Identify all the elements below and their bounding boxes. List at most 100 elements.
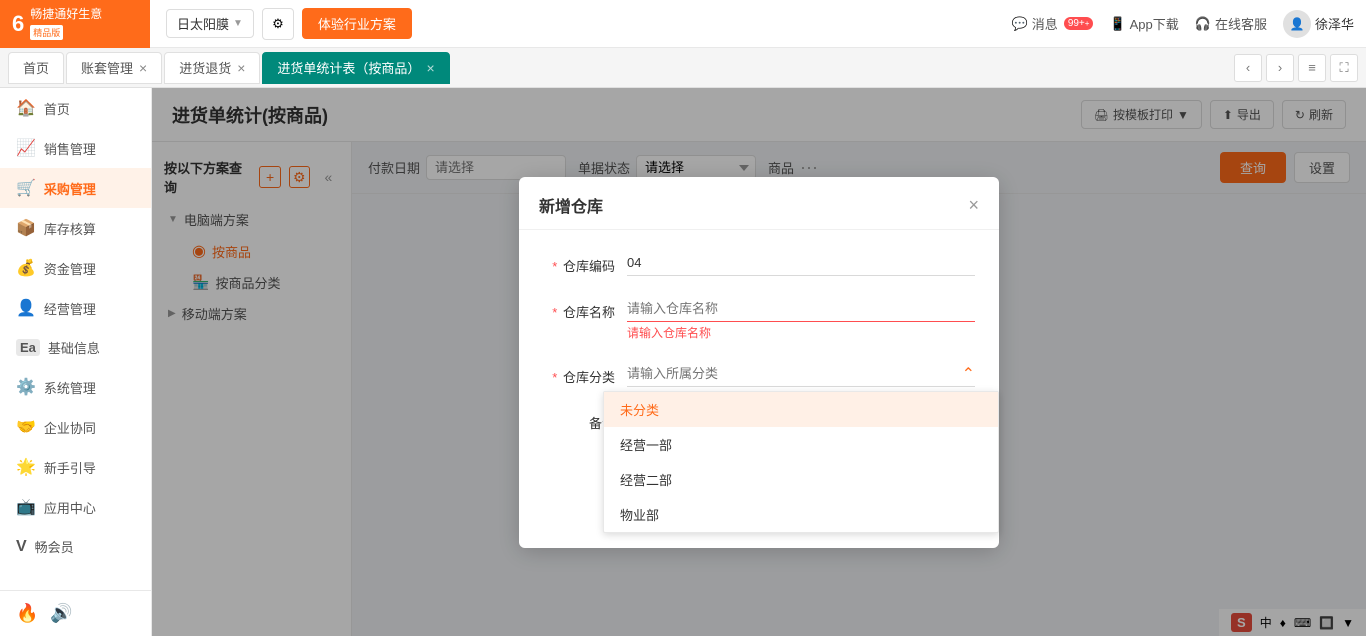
guide-icon: 🌟 [16, 457, 36, 477]
sidebar-item-system-label: 系统管理 [44, 378, 96, 397]
tab-accounts-close[interactable]: × [139, 60, 147, 76]
headset-icon: 🎧 [1195, 16, 1211, 32]
sidebar-item-system[interactable]: ⚙️ 系统管理 [0, 367, 151, 407]
code-input[interactable] [627, 250, 975, 276]
sidebar-item-home[interactable]: 🏠 首页 [0, 88, 151, 128]
tab-home-label: 首页 [23, 58, 49, 77]
tab-purchase-return[interactable]: 进货退货 × [164, 52, 260, 84]
tab-controls: ‹ › ≡ ⛶ [1234, 54, 1358, 82]
messages-badge: 99++ [1064, 17, 1094, 30]
logo-area: 6 畅捷通好生意 精品版 [0, 0, 150, 48]
name-label: * 仓库名称 [543, 296, 615, 321]
store-selector[interactable]: 日太阳膜 ▼ [166, 9, 254, 38]
tab-menu-button[interactable]: ≡ [1298, 54, 1326, 82]
sidebar-item-base-info[interactable]: Ea 基础信息 [0, 328, 151, 367]
volume-icon[interactable]: 🔊 [50, 603, 72, 624]
fire-icon[interactable]: 🔥 [16, 603, 38, 624]
customer-service-button[interactable]: 🎧 在线客服 [1195, 14, 1267, 33]
dropdown-item-property[interactable]: 物业部 [604, 497, 998, 532]
base-info-icon: Ea [16, 339, 40, 356]
code-label: * 仓库编码 [543, 250, 615, 275]
sidebar-item-inventory-label: 库存核算 [44, 219, 96, 238]
dropdown-item-ops1[interactable]: 经营一部 [604, 427, 998, 462]
sidebar-item-operations-label: 经营管理 [44, 299, 96, 318]
finance-icon: 💰 [16, 258, 36, 278]
store-name: 日太阳膜 [177, 14, 229, 33]
purchase-icon: 🛒 [16, 178, 36, 198]
sidebar-item-enterprise-label: 企业协同 [44, 418, 96, 437]
required-star: * [552, 259, 557, 274]
category-control: ⌃ 未分类 经营一部 经营二部 物业部 [627, 361, 975, 387]
messages-label: 消息 [1032, 14, 1058, 33]
header-right: 💬 消息 99++ 📱 App下载 🎧 在线客服 👤 徐泽华 [1012, 10, 1354, 38]
sidebar-item-guide[interactable]: 🌟 新手引导 [0, 447, 151, 487]
code-control [627, 250, 975, 276]
username: 徐泽华 [1315, 14, 1354, 33]
tab-purchase-return-label: 进货退货 [179, 58, 231, 77]
form-row-name: * 仓库名称 请输入仓库名称 [543, 296, 975, 341]
category-dropdown: ⌃ 未分类 经营一部 经营二部 物业部 [627, 361, 975, 387]
name-input[interactable] [627, 296, 975, 322]
dialog-title: 新增仓库 [539, 193, 603, 217]
dropdown-toggle-icon[interactable]: ⌃ [962, 364, 975, 384]
member-icon: V [16, 538, 27, 556]
sidebar-item-enterprise[interactable]: 🤝 企业协同 [0, 407, 151, 447]
operations-icon: 👤 [16, 298, 36, 318]
form-row-category: * 仓库分类 ⌃ 未分类 经营一部 经营二部 [543, 361, 975, 387]
trial-button[interactable]: 体验行业方案 [302, 8, 412, 39]
dropdown-item-uncategorized[interactable]: 未分类 [604, 392, 998, 427]
tab-fullscreen-button[interactable]: ⛶ [1330, 54, 1358, 82]
settings-button[interactable]: ⚙ [262, 8, 294, 40]
dropdown-item-ops2[interactable]: 经营二部 [604, 462, 998, 497]
sidebar-item-sales-label: 销售管理 [44, 139, 96, 158]
tab-purchase-stats-label: 进货单统计表（按商品） [277, 58, 420, 77]
sidebar-item-finance[interactable]: 💰 资金管理 [0, 248, 151, 288]
avatar: 👤 [1283, 10, 1311, 38]
sidebar-bottom: 🔥 🔊 [0, 590, 151, 636]
logo-icon: 6 [12, 11, 24, 37]
form-row-code: * 仓库编码 [543, 250, 975, 276]
dialog-close-button[interactable]: × [968, 196, 979, 214]
required-star-cat: * [552, 370, 557, 385]
name-control: 请输入仓库名称 [627, 296, 975, 341]
enterprise-icon: 🤝 [16, 417, 36, 437]
app-download-button[interactable]: 📱 App下载 [1109, 14, 1178, 33]
tab-purchase-stats-close[interactable]: × [426, 60, 434, 76]
home-icon: 🏠 [16, 98, 36, 118]
required-star-name: * [552, 305, 557, 320]
sidebar-item-sales[interactable]: 📈 销售管理 [0, 128, 151, 168]
dialog-new-warehouse: 新增仓库 × * 仓库编码 [519, 177, 999, 548]
tab-accounts[interactable]: 账套管理 × [66, 52, 162, 84]
top-header: 6 畅捷通好生意 精品版 日太阳膜 ▼ ⚙ 体验行业方案 💬 消息 99++ 📱… [0, 0, 1366, 48]
dialog-body: * 仓库编码 * 仓库名称 [519, 230, 999, 491]
messages-button[interactable]: 💬 消息 99++ [1012, 14, 1094, 33]
category-dropdown-list: 未分类 经营一部 经营二部 物业部 [603, 391, 999, 533]
tab-purchase-return-close[interactable]: × [237, 60, 245, 76]
sidebar-item-apps-label: 应用中心 [44, 498, 96, 517]
customer-service-label: 在线客服 [1215, 14, 1267, 33]
user-area[interactable]: 👤 徐泽华 [1283, 10, 1354, 38]
category-input[interactable] [627, 361, 975, 387]
sidebar-item-apps[interactable]: 📺 应用中心 [0, 487, 151, 527]
sidebar-item-home-label: 首页 [44, 99, 70, 118]
sidebar-item-operations[interactable]: 👤 经营管理 [0, 288, 151, 328]
sidebar-item-base-info-label: 基础信息 [48, 338, 100, 357]
tab-home[interactable]: 首页 [8, 52, 64, 84]
sidebar-item-purchase[interactable]: 🛒 采购管理 [0, 168, 151, 208]
inventory-icon: 📦 [16, 218, 36, 238]
apps-icon: 📺 [16, 497, 36, 517]
app-download-label: App下载 [1130, 14, 1179, 33]
logo-badge: 精品版 [30, 25, 63, 40]
tab-purchase-stats[interactable]: 进货单统计表（按商品） × [262, 52, 449, 84]
sales-icon: 📈 [16, 138, 36, 158]
sidebar-item-guide-label: 新手引导 [44, 458, 96, 477]
sidebar-item-inventory[interactable]: 📦 库存核算 [0, 208, 151, 248]
content-area: 进货单统计(按商品) 🖨 按模板打印 ▼ ⬆ 导出 ↻ 刷新 [152, 88, 1366, 636]
message-icon: 💬 [1012, 16, 1028, 32]
tab-prev-button[interactable]: ‹ [1234, 54, 1262, 82]
tab-bar: 首页 账套管理 × 进货退货 × 进货单统计表（按商品） × ‹ › ≡ ⛶ [0, 48, 1366, 88]
sidebar-item-member[interactable]: V 畅会员 [0, 527, 151, 566]
tab-next-button[interactable]: › [1266, 54, 1294, 82]
system-icon: ⚙️ [16, 377, 36, 397]
dialog-header: 新增仓库 × [519, 177, 999, 230]
